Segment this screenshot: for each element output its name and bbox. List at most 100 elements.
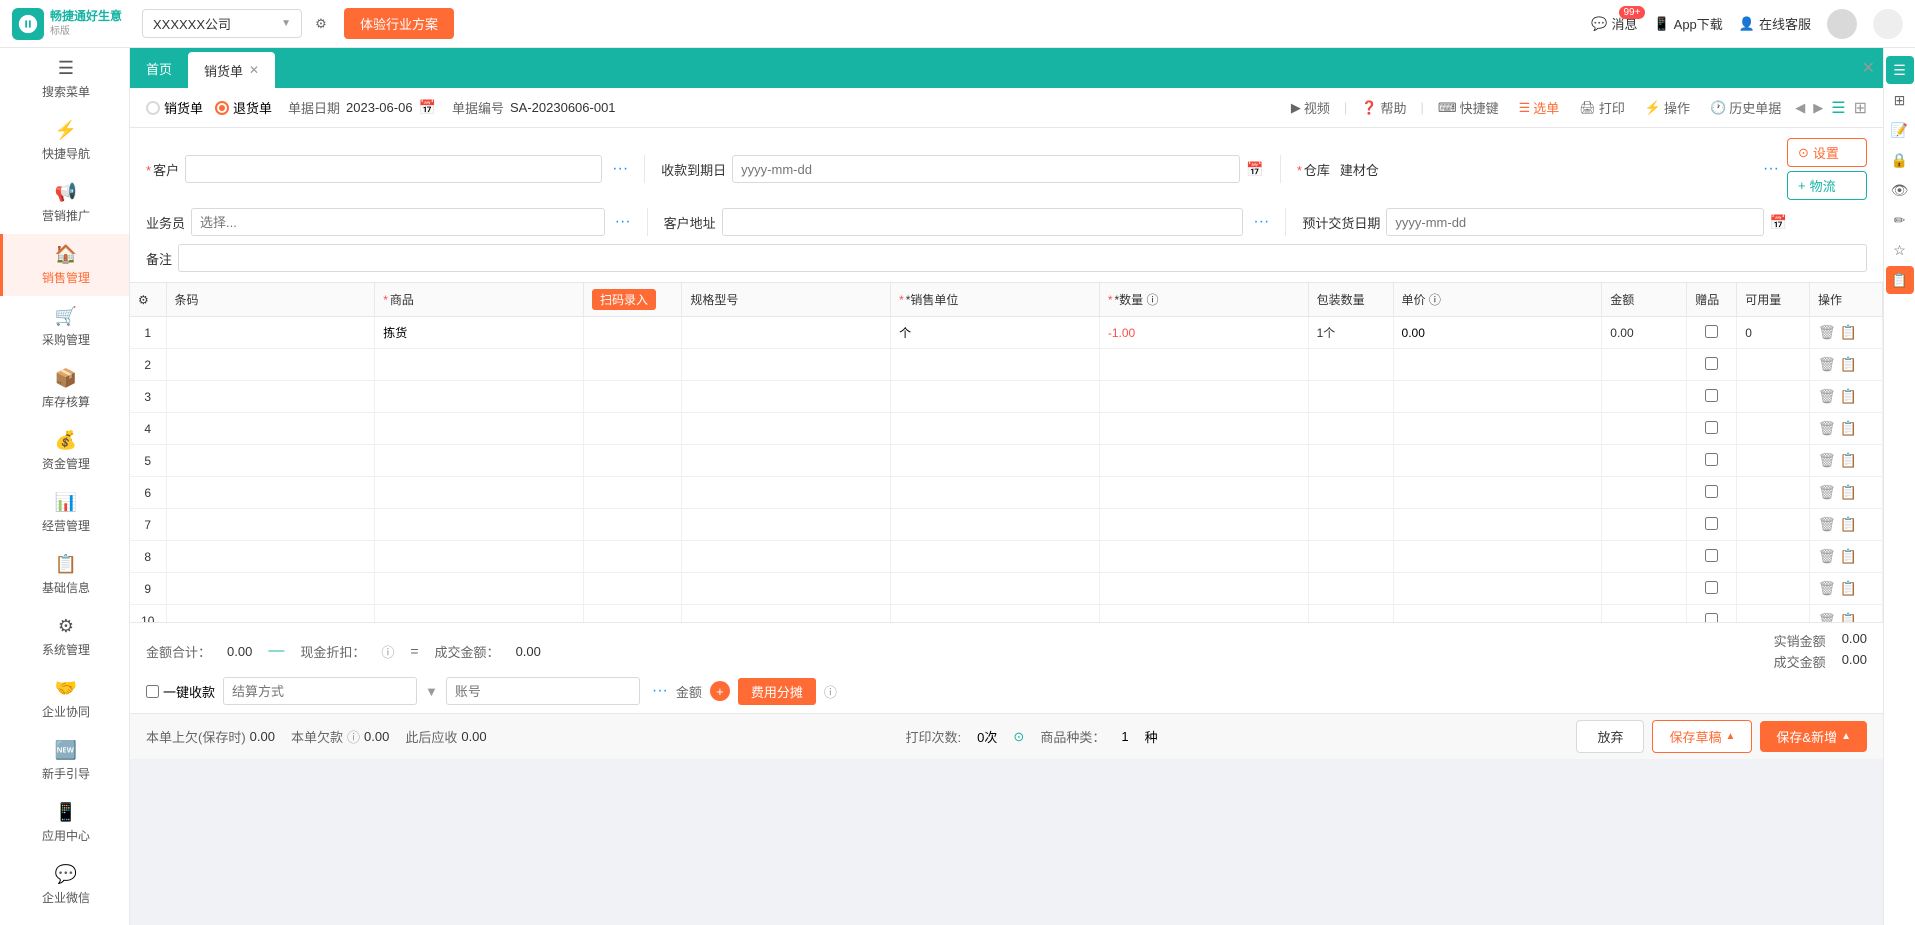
row-spec[interactable]: [682, 317, 891, 349]
trial-button[interactable]: 体验行业方案: [344, 8, 454, 39]
settings-form-btn[interactable]: ⊙ 设置: [1787, 138, 1867, 167]
sidebar-item-marketing[interactable]: 📢 营销推广: [0, 172, 129, 234]
edit-btn[interactable]: ✏: [1886, 206, 1914, 234]
row-gift[interactable]: [1687, 349, 1737, 381]
row-quantity[interactable]: [1099, 573, 1308, 605]
copy-icon[interactable]: 📋: [1840, 484, 1857, 501]
row-unit[interactable]: [891, 477, 1100, 509]
settings-icon[interactable]: ⚙: [306, 9, 336, 39]
save-draft-button[interactable]: 保存草稿 ▲: [1652, 720, 1752, 753]
row-price[interactable]: [1393, 445, 1602, 477]
view-list-icon[interactable]: ☰: [1831, 98, 1845, 118]
row-unit[interactable]: [891, 605, 1100, 623]
row-product[interactable]: [375, 477, 584, 509]
row-unit[interactable]: [891, 381, 1100, 413]
delete-icon[interactable]: 🗑: [1818, 452, 1836, 469]
sidebar-item-purchase[interactable]: 🛒 采购管理: [0, 296, 129, 358]
shortcut-btn[interactable]: ⌨ 快捷键: [1432, 96, 1505, 119]
sidebar-item-search[interactable]: ☰ 搜索菜单: [0, 48, 129, 110]
copy-icon[interactable]: 📋: [1840, 356, 1857, 373]
row-product[interactable]: [375, 413, 584, 445]
calendar-icon[interactable]: 📅: [419, 99, 436, 116]
customer-dots-icon[interactable]: ···: [612, 160, 628, 178]
row-barcode[interactable]: [166, 509, 375, 541]
message-btn[interactable]: 💬 消息 99+: [1591, 14, 1637, 33]
date-value[interactable]: 2023-06-06: [346, 100, 413, 115]
add-payment-button[interactable]: +: [710, 681, 730, 701]
row-product[interactable]: [375, 317, 584, 349]
row-product[interactable]: [375, 381, 584, 413]
copy-icon[interactable]: 📋: [1840, 548, 1857, 565]
one-click-pay-label[interactable]: 一键收款: [146, 682, 215, 701]
sidebar-item-system[interactable]: ⚙ 系统管理: [0, 606, 129, 668]
row-price[interactable]: [1393, 381, 1602, 413]
online-service-btn[interactable]: 👤 在线客服: [1739, 14, 1811, 33]
row-barcode[interactable]: [166, 413, 375, 445]
row-spec[interactable]: [682, 445, 891, 477]
row-quantity[interactable]: [1099, 413, 1308, 445]
payment-date-input[interactable]: [732, 155, 1240, 183]
delete-icon[interactable]: 🗑: [1818, 324, 1836, 341]
save-new-button[interactable]: 保存&新增 ▲: [1760, 721, 1867, 752]
sidebar-item-app-center[interactable]: 📱 应用中心: [0, 792, 129, 854]
row-quantity[interactable]: [1099, 349, 1308, 381]
sidebar-item-member[interactable]: 👑 畅会员: [0, 916, 129, 925]
row-spec[interactable]: [682, 413, 891, 445]
row-gift[interactable]: [1687, 605, 1737, 623]
fee-help-icon[interactable]: ⓘ: [824, 682, 837, 701]
account-input[interactable]: [446, 677, 640, 705]
row-price[interactable]: [1393, 477, 1602, 509]
settlement-chevron-icon[interactable]: ▼: [425, 684, 438, 699]
order-debt-help-icon[interactable]: ⓘ: [347, 727, 360, 746]
row-price[interactable]: [1393, 509, 1602, 541]
delete-icon[interactable]: 🗑: [1818, 484, 1836, 501]
delete-icon[interactable]: 🗑: [1818, 612, 1836, 622]
row-unit[interactable]: [891, 541, 1100, 573]
number-value[interactable]: SA-20230606-001: [510, 100, 616, 115]
delete-icon[interactable]: 🗑: [1818, 548, 1836, 565]
row-quantity[interactable]: [1099, 477, 1308, 509]
row-quantity[interactable]: [1099, 317, 1308, 349]
row-price[interactable]: [1393, 413, 1602, 445]
row-gift[interactable]: [1687, 381, 1737, 413]
row-product[interactable]: [375, 605, 584, 623]
row-spec[interactable]: [682, 477, 891, 509]
print-btn[interactable]: 🖨 打印: [1573, 96, 1631, 119]
sidebar-item-wecom[interactable]: 💬 企业微信: [0, 854, 129, 916]
note-btn[interactable]: 📝: [1886, 116, 1914, 144]
row-gift[interactable]: [1687, 445, 1737, 477]
address-dots-icon[interactable]: ···: [1253, 213, 1269, 231]
copy-icon[interactable]: 📋: [1840, 324, 1857, 341]
sidebar-item-sales[interactable]: 🏠 销售管理: [0, 234, 129, 296]
row-price[interactable]: [1393, 349, 1602, 381]
sidebar-item-guide[interactable]: 🆕 新手引导: [0, 730, 129, 792]
prev-icon[interactable]: ◀: [1795, 100, 1805, 116]
close-window-icon[interactable]: ✕: [1862, 60, 1875, 77]
tab-home[interactable]: 首页: [130, 48, 188, 88]
orange-action-btn[interactable]: 📋: [1886, 266, 1914, 294]
sidebar-item-inventory[interactable]: 📦 库存核算: [0, 358, 129, 420]
row-price[interactable]: [1393, 317, 1602, 349]
row-product[interactable]: [375, 349, 584, 381]
row-barcode[interactable]: [166, 445, 375, 477]
lock-btn[interactable]: 🔒: [1886, 146, 1914, 174]
row-unit[interactable]: [891, 509, 1100, 541]
help-btn[interactable]: ❓ 帮助: [1355, 96, 1412, 119]
one-click-pay-checkbox[interactable]: [146, 685, 159, 698]
video-btn[interactable]: ▶ 视频: [1285, 96, 1336, 119]
view-grid-icon[interactable]: ⊞: [1854, 98, 1867, 118]
eye-btn[interactable]: 👁: [1886, 176, 1914, 204]
abandon-button[interactable]: 放弃: [1576, 720, 1644, 753]
grid-view-btn[interactable]: ⊞: [1886, 86, 1914, 114]
sidebar-item-finance[interactable]: 💰 资金管理: [0, 420, 129, 482]
avatar-2[interactable]: [1873, 9, 1903, 39]
logistics-btn[interactable]: + 物流: [1787, 171, 1867, 200]
copy-icon[interactable]: 📋: [1840, 452, 1857, 469]
delete-icon[interactable]: 🗑: [1818, 420, 1836, 437]
radio-sales[interactable]: 销货单: [146, 98, 203, 117]
row-gift[interactable]: [1687, 573, 1737, 605]
salesman-dots-icon[interactable]: ···: [615, 213, 631, 231]
row-barcode[interactable]: [166, 541, 375, 573]
warehouse-dots-icon[interactable]: ···: [1763, 160, 1779, 178]
row-spec[interactable]: [682, 509, 891, 541]
